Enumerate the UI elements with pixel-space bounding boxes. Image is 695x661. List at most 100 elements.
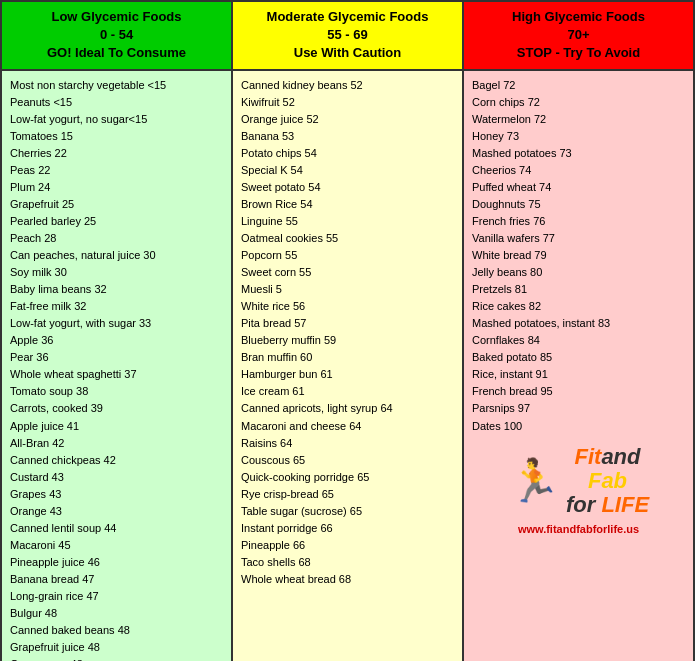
list-item: Special K 54	[241, 162, 454, 179]
list-item: Kiwifruit 52	[241, 94, 454, 111]
list-item: Pretzels 81	[472, 281, 685, 298]
list-item: Potato chips 54	[241, 145, 454, 162]
list-item: Instant porridge 66	[241, 520, 454, 537]
list-item: Baby lima beans 32	[10, 281, 223, 298]
list-item: Table sugar (sucrose) 65	[241, 503, 454, 520]
list-item: Most non starchy vegetable <15	[10, 77, 223, 94]
list-item: Custard 43	[10, 469, 223, 486]
list-item: Pearled barley 25	[10, 213, 223, 230]
list-item: Banana 53	[241, 128, 454, 145]
list-item: Can peaches, natural juice 30	[10, 247, 223, 264]
list-item: Cheerios 74	[472, 162, 685, 179]
list-item: Macaroni 45	[10, 537, 223, 554]
table-header: Low Glycemic Foods 0 - 54 GO! Ideal To C…	[2, 2, 693, 69]
high-subtitle: STOP - Try To Avoid	[517, 45, 640, 60]
list-item: Peanuts <15	[10, 94, 223, 111]
list-item: Corn chips 72	[472, 94, 685, 111]
list-item: Dates 100	[472, 418, 685, 435]
list-item: French fries 76	[472, 213, 685, 230]
glycemic-table: Low Glycemic Foods 0 - 54 GO! Ideal To C…	[0, 0, 695, 661]
website-url: www.fitandfabforlife.us	[518, 521, 639, 539]
list-item: Pineapple 66	[241, 537, 454, 554]
list-item: Parsnips 97	[472, 400, 685, 417]
high-header: High Glycemic Foods 70+ STOP - Try To Av…	[464, 2, 693, 69]
list-item: Plum 24	[10, 179, 223, 196]
list-item: Baked potato 85	[472, 349, 685, 366]
high-range: 70+	[567, 27, 589, 42]
moderate-title: Moderate Glycemic Foods	[267, 9, 429, 24]
list-item: Pineapple juice 46	[10, 554, 223, 571]
list-item: Oatmeal cookies 55	[241, 230, 454, 247]
list-item: White bread 79	[472, 247, 685, 264]
list-item: Banana bread 47	[10, 571, 223, 588]
low-title: Low Glycemic Foods	[51, 9, 181, 24]
list-item: Long-grain rice 47	[10, 588, 223, 605]
list-item: Vanilla wafers 77	[472, 230, 685, 247]
list-item: Grapefruit 25	[10, 196, 223, 213]
list-item: Tomato soup 38	[10, 383, 223, 400]
list-item: Apple 36	[10, 332, 223, 349]
list-item: Ice cream 61	[241, 383, 454, 400]
list-item: Canned apricots, light syrup 64	[241, 400, 454, 417]
list-item: Fat-free milk 32	[10, 298, 223, 315]
list-item: Whole wheat bread 68	[241, 571, 454, 588]
list-item: Popcorn 55	[241, 247, 454, 264]
list-item: Grapefruit juice 48	[10, 639, 223, 656]
list-item: All-Bran 42	[10, 435, 223, 452]
list-item: Honey 73	[472, 128, 685, 145]
list-item: Couscous 65	[241, 452, 454, 469]
low-range: 0 - 54	[100, 27, 133, 42]
list-item: Tomatoes 15	[10, 128, 223, 145]
list-item: Low-fat yogurt, with sugar 33	[10, 315, 223, 332]
list-item: Rye crisp-bread 65	[241, 486, 454, 503]
list-item: Bran muffin 60	[241, 349, 454, 366]
list-item: Blueberry muffin 59	[241, 332, 454, 349]
list-item: Sweet potato 54	[241, 179, 454, 196]
list-item: Hamburger bun 61	[241, 366, 454, 383]
low-foods-cell: Most non starchy vegetable <15Peanuts <1…	[2, 71, 233, 661]
list-item: Pita bread 57	[241, 315, 454, 332]
table-content: Most non starchy vegetable <15Peanuts <1…	[2, 69, 693, 661]
list-item: Peach 28	[10, 230, 223, 247]
list-item: Linguine 55	[241, 213, 454, 230]
moderate-foods-cell: Canned kidney beans 52Kiwifruit 52Orange…	[233, 71, 464, 661]
list-item: Orange 43	[10, 503, 223, 520]
list-item: Bagel 72	[472, 77, 685, 94]
logo-figure: 🏃	[508, 460, 560, 502]
list-item: Pear 36	[10, 349, 223, 366]
low-header: Low Glycemic Foods 0 - 54 GO! Ideal To C…	[2, 2, 233, 69]
list-item: White rice 56	[241, 298, 454, 315]
list-item: Cherries 22	[10, 145, 223, 162]
list-item: Brown Rice 54	[241, 196, 454, 213]
list-item: Mashed potatoes 73	[472, 145, 685, 162]
list-item: Canned baked beans 48	[10, 622, 223, 639]
list-item: Canned lentil soup 44	[10, 520, 223, 537]
list-item: Canned kidney beans 52	[241, 77, 454, 94]
high-foods-cell: Bagel 72Corn chips 72Watermelon 72Honey …	[464, 71, 693, 661]
list-item: Taco shells 68	[241, 554, 454, 571]
logo-text: Fitand Fab for LIFE	[566, 445, 649, 518]
list-item: French bread 95	[472, 383, 685, 400]
logo-area: 🏃 Fitand Fab for LIFE www.fitandfabforli…	[472, 435, 685, 549]
list-item: Green peas 48	[10, 656, 223, 661]
list-item: Sweet corn 55	[241, 264, 454, 281]
list-item: Grapes 43	[10, 486, 223, 503]
moderate-range: 55 - 69	[327, 27, 367, 42]
list-item: Doughnuts 75	[472, 196, 685, 213]
list-item: Jelly beans 80	[472, 264, 685, 281]
list-item: Rice, instant 91	[472, 366, 685, 383]
list-item: Bulgur 48	[10, 605, 223, 622]
list-item: Soy milk 30	[10, 264, 223, 281]
list-item: Peas 22	[10, 162, 223, 179]
moderate-header: Moderate Glycemic Foods 55 - 69 Use With…	[233, 2, 464, 69]
list-item: Quick-cooking porridge 65	[241, 469, 454, 486]
list-item: Whole wheat spaghetti 37	[10, 366, 223, 383]
list-item: Carrots, cooked 39	[10, 400, 223, 417]
list-item: Raisins 64	[241, 435, 454, 452]
list-item: Puffed wheat 74	[472, 179, 685, 196]
list-item: Macaroni and cheese 64	[241, 418, 454, 435]
list-item: Orange juice 52	[241, 111, 454, 128]
list-item: Rice cakes 82	[472, 298, 685, 315]
low-subtitle: GO! Ideal To Consume	[47, 45, 186, 60]
list-item: Cornflakes 84	[472, 332, 685, 349]
